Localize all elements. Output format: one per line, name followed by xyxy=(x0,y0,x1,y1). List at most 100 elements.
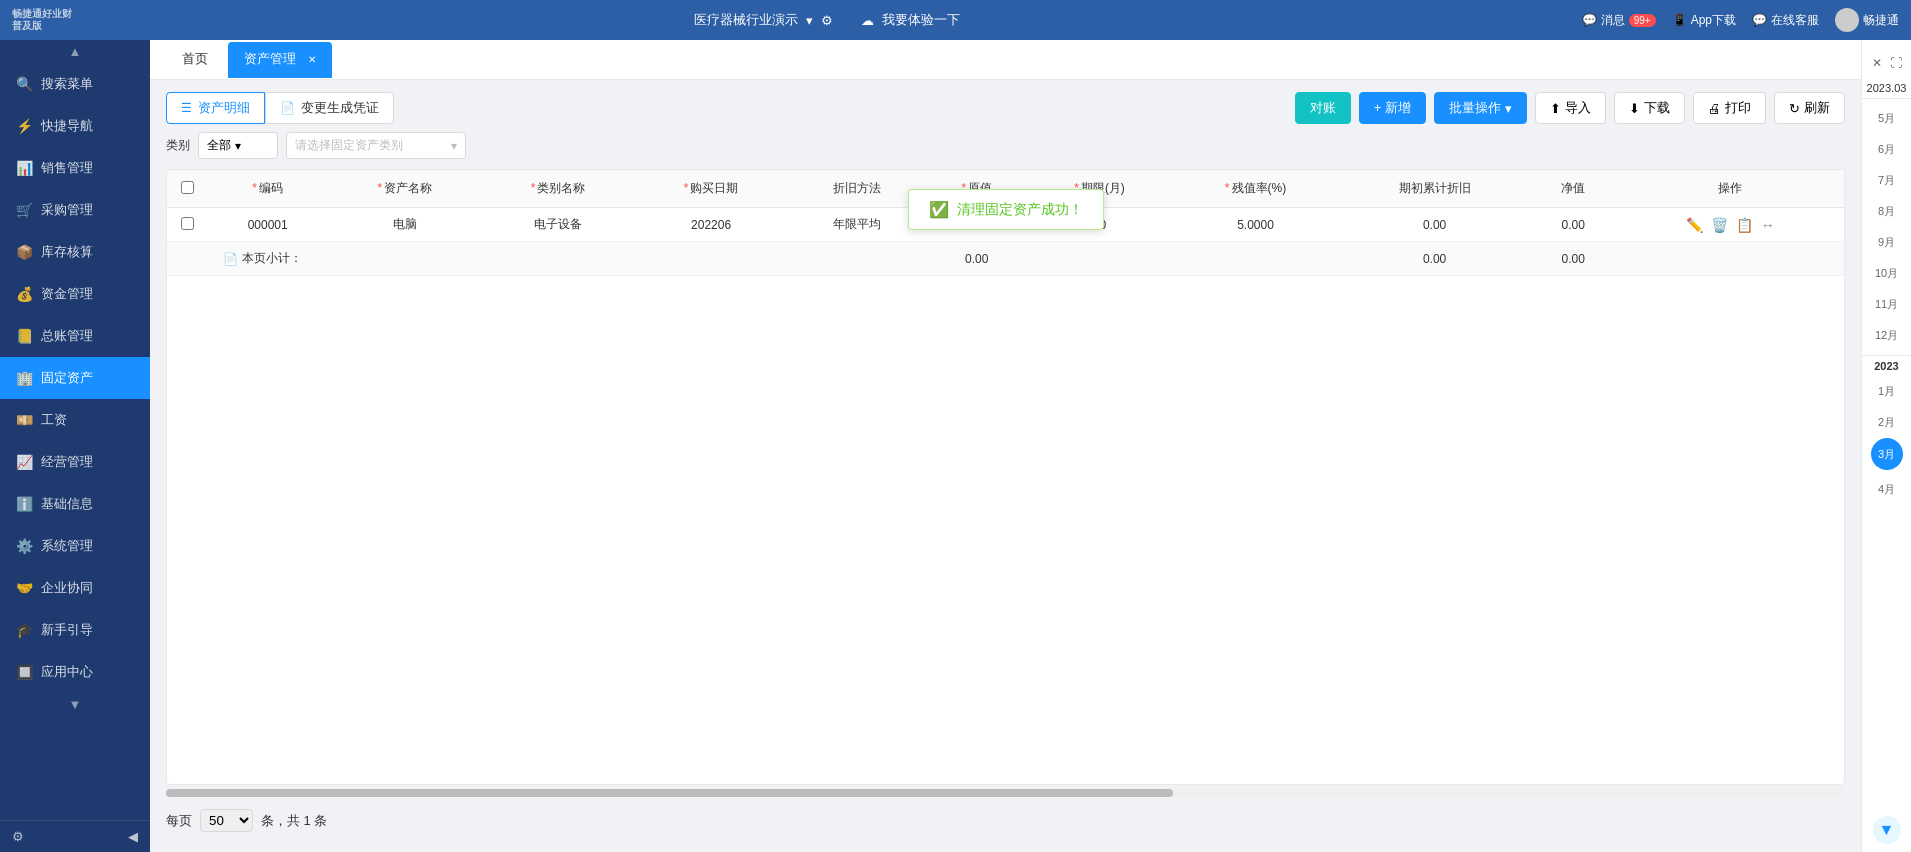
sidebar-item-purchase[interactable]: 🛒 采购管理 xyxy=(0,189,150,231)
import-icon: ⬆ xyxy=(1550,101,1561,116)
category-search-input[interactable]: 请选择固定资产类别 ▾ xyxy=(286,132,466,159)
delete-icon[interactable]: 🗑️ xyxy=(1711,217,1728,233)
sidebar-item-search[interactable]: 🔍 搜索菜单 xyxy=(0,63,150,105)
month-12-prev[interactable]: 12月 xyxy=(1862,320,1911,351)
copy-icon[interactable]: 📋 xyxy=(1736,217,1753,233)
sidebar-item-enterprise[interactable]: 🤝 企业协同 xyxy=(0,567,150,609)
reconcile-btn[interactable]: 对账 xyxy=(1295,92,1351,124)
subtotal-row: 📄 本页小计： 0.00 0.00 0.00 xyxy=(167,242,1844,276)
per-page-select[interactable]: 50 100 xyxy=(200,809,253,832)
total-label: 条，共 1 条 xyxy=(261,812,327,830)
online-service-btn[interactable]: 💬 在线客服 xyxy=(1752,12,1819,29)
app-download-btn[interactable]: 📱 App下载 xyxy=(1672,12,1736,29)
row-initial-dep: 0.00 xyxy=(1339,208,1530,242)
tab-asset-management[interactable]: 资产管理 ✕ xyxy=(228,42,332,78)
month-6-prev[interactable]: 6月 xyxy=(1862,134,1911,165)
assets-table-container: *编码 *资产名称 *类别名称 *购买日期 折旧方法 *原值 *期限(月) *残… xyxy=(166,169,1845,785)
month-7-prev[interactable]: 7月 xyxy=(1862,165,1911,196)
sidebar-item-operations[interactable]: 📈 经营管理 xyxy=(0,441,150,483)
month-10-prev[interactable]: 10月 xyxy=(1862,258,1911,289)
more-icon[interactable]: ↔️ xyxy=(1761,217,1775,233)
month-5-prev[interactable]: 5月 xyxy=(1862,103,1911,134)
fixed-assets-icon: 🏢 xyxy=(16,370,33,386)
new-btn[interactable]: + 新增 xyxy=(1359,92,1426,124)
chevron-down-icon[interactable]: ▾ xyxy=(806,13,813,28)
batch-chevron-icon: ▾ xyxy=(1505,101,1512,116)
row-checkbox[interactable] xyxy=(181,217,194,230)
sub-tab-asset-detail[interactable]: ☰ 资产明细 xyxy=(166,92,265,124)
topbar-right: 💬 消息 99+ 📱 App下载 💬 在线客服 畅捷通 xyxy=(1582,8,1899,32)
select-all-checkbox[interactable] xyxy=(181,181,194,194)
success-toast: ✅ 清理固定资产成功！ xyxy=(908,189,1104,230)
sidebar-item-basic-info[interactable]: ℹ️ 基础信息 xyxy=(0,483,150,525)
scrollbar-thumb[interactable] xyxy=(166,789,1173,797)
filter-bar: 类别 全部 ▾ 请选择固定资产类别 ▾ xyxy=(166,132,1845,159)
panel-down-arrow[interactable]: ▼ xyxy=(1873,816,1901,844)
month-11-prev[interactable]: 11月 xyxy=(1862,289,1911,320)
right-panel-header: 2023.03 xyxy=(1862,78,1911,99)
list-icon: ☰ xyxy=(181,101,192,115)
col-residual-rate: *残值率(%) xyxy=(1172,170,1340,208)
category-type-select[interactable]: 全部 ▾ xyxy=(198,132,278,159)
subtotal-period xyxy=(1027,242,1171,276)
horizontal-scrollbar[interactable] xyxy=(166,789,1845,797)
sidebar-item-sales[interactable]: 📊 销售管理 xyxy=(0,147,150,189)
select-all-header[interactable] xyxy=(167,170,207,208)
close-panel-icon[interactable]: ✕ xyxy=(1868,52,1886,74)
print-icon: 🖨 xyxy=(1708,101,1721,116)
month-2[interactable]: 2月 xyxy=(1862,407,1911,438)
category-type-chevron-icon: ▾ xyxy=(235,139,241,153)
sidebar-item-ledger[interactable]: 📒 总账管理 xyxy=(0,315,150,357)
experience-icon: ☁ xyxy=(861,13,874,28)
sidebar-item-guide[interactable]: 🎓 新手引导 xyxy=(0,609,150,651)
row-purchase-date: 202206 xyxy=(635,208,788,242)
sidebar-item-payroll[interactable]: 💴 工资 xyxy=(0,399,150,441)
expand-panel-icon[interactable]: ⛶ xyxy=(1886,52,1906,74)
download-icon: ⬇ xyxy=(1629,101,1640,116)
action-icons: ✏️ 🗑️ 📋 ↔️ xyxy=(1625,217,1836,233)
month-3-active[interactable]: 3月 xyxy=(1871,438,1903,470)
purchase-icon: 🛒 xyxy=(16,202,33,218)
month-8-prev[interactable]: 8月 xyxy=(1862,196,1911,227)
message-icon: 💬 xyxy=(1582,13,1597,27)
month-4[interactable]: 4月 xyxy=(1862,474,1911,505)
sidebar-item-inventory[interactable]: 📦 库存核算 xyxy=(0,231,150,273)
col-purchase-date: *购买日期 xyxy=(635,170,788,208)
subtotal-initial-dep: 0.00 xyxy=(1339,242,1530,276)
toolbar: ☰ 资产明细 📄 变更生成凭证 对账 + 新增 xyxy=(166,92,1845,124)
sidebar-item-quick-nav[interactable]: ⚡ 快捷导航 xyxy=(0,105,150,147)
experience-btn[interactable]: 我要体验一下 xyxy=(882,11,960,29)
message-btn[interactable]: 💬 消息 99+ xyxy=(1582,12,1656,29)
edit-icon[interactable]: ✏️ xyxy=(1686,217,1703,233)
category-label: 类别 xyxy=(166,137,190,154)
sidebar-item-system[interactable]: ⚙️ 系统管理 xyxy=(0,525,150,567)
system-icon: ⚙️ xyxy=(16,538,33,554)
sidebar-item-finance[interactable]: 💰 资金管理 xyxy=(0,273,150,315)
tab-home[interactable]: 首页 xyxy=(166,42,224,78)
tab-close-icon[interactable]: ✕ xyxy=(308,54,316,65)
user-menu[interactable]: 畅捷通 xyxy=(1835,8,1899,32)
col-initial-dep: 期初累计折旧 xyxy=(1339,170,1530,208)
download-btn[interactable]: ⬇ 下载 xyxy=(1614,92,1685,124)
col-net-value: 净值 xyxy=(1530,170,1617,208)
import-btn[interactable]: ⬆ 导入 xyxy=(1535,92,1606,124)
sidebar-settings-icon[interactable]: ⚙ xyxy=(12,829,24,844)
month-9-prev[interactable]: 9月 xyxy=(1862,227,1911,258)
row-checkbox-cell[interactable] xyxy=(167,208,207,242)
col-name: *资产名称 xyxy=(328,170,481,208)
page-content: ☰ 资产明细 📄 变更生成凭证 对账 + 新增 xyxy=(150,80,1861,852)
sidebar-item-fixed-assets[interactable]: 🏢 固定资产 xyxy=(0,357,150,399)
refresh-btn[interactable]: ↻ 刷新 xyxy=(1774,92,1845,124)
print-btn[interactable]: 🖨 打印 xyxy=(1693,92,1766,124)
settings-icon[interactable]: ⚙ xyxy=(821,13,833,28)
sidebar-item-app-center[interactable]: 🔲 应用中心 xyxy=(0,651,150,693)
message-badge: 99+ xyxy=(1629,14,1656,27)
guide-icon: 🎓 xyxy=(16,622,33,638)
sidebar-scroll-up[interactable]: ▲ xyxy=(0,40,150,63)
sub-tab-change-voucher[interactable]: 📄 变更生成凭证 xyxy=(265,92,394,124)
sidebar-collapse-icon[interactable]: ◀ xyxy=(128,829,138,844)
right-panel: ✕ ⛶ 2023.03 5月 6月 7月 8月 9月 10月 11月 12月 2… xyxy=(1861,40,1911,852)
batch-btn[interactable]: 批量操作 ▾ xyxy=(1434,92,1527,124)
month-1[interactable]: 1月 xyxy=(1862,376,1911,407)
sidebar-scroll-down[interactable]: ▼ xyxy=(0,693,150,716)
